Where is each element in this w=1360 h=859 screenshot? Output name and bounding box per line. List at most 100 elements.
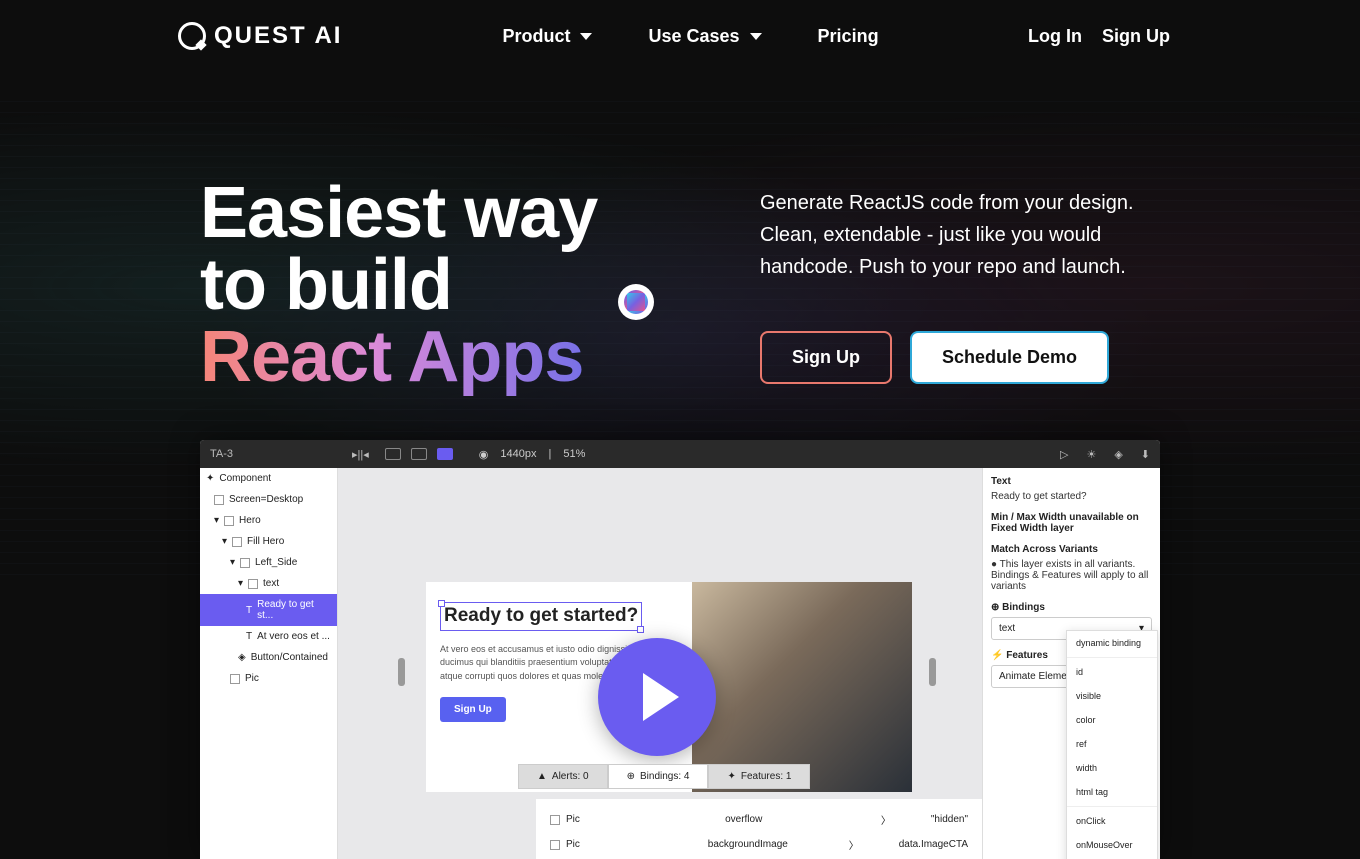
tab-features[interactable]: ✦Features: 1 <box>708 764 810 789</box>
frame-icon <box>240 558 250 568</box>
features-icon: ✦ <box>727 771 735 782</box>
frame-icon <box>224 516 234 526</box>
dd-onclick[interactable]: onClick <box>1067 809 1157 833</box>
quest-badge-icon <box>618 284 654 320</box>
hero-line3: React Apps <box>200 317 583 397</box>
main-nav: Product Use Cases Pricing <box>502 26 878 47</box>
login-link[interactable]: Log In <box>1028 26 1082 47</box>
chevron-down-icon <box>750 33 762 40</box>
layer-fillhero[interactable]: ▾Fill Hero <box>200 531 337 552</box>
layer-pic[interactable]: Pic <box>200 668 337 689</box>
layer-button[interactable]: ◈Button/Contained <box>200 647 337 668</box>
brand-text: QUEST AI <box>214 22 342 50</box>
hero-line2: to build <box>200 245 452 325</box>
tablet-device-icon[interactable] <box>411 448 427 460</box>
dd-color[interactable]: color <box>1067 708 1157 732</box>
hero-title: Easiest way to build React Apps <box>200 177 640 393</box>
binding-row[interactable]: Pic overflow 〉 "hidden" <box>536 807 982 832</box>
dd-visible[interactable]: visible <box>1067 684 1157 708</box>
bindings-icon: ⊕ <box>627 771 635 782</box>
prop-text-label: Text <box>991 476 1152 487</box>
play-icon[interactable]: ▷ <box>1060 448 1068 461</box>
hero-subtitle: Generate ReactJS code from your design. … <box>760 187 1160 283</box>
prop-match-label: Match Across Variants <box>991 544 1152 555</box>
mobile-device-icon[interactable] <box>385 448 401 460</box>
play-icon <box>643 673 679 721</box>
diamond-icon[interactable]: ◈ <box>1114 448 1122 461</box>
nav-usecases[interactable]: Use Cases <box>648 26 761 47</box>
nav-product[interactable]: Product <box>502 26 592 47</box>
signup-button[interactable]: Sign Up <box>760 331 892 384</box>
nav-pricing-label: Pricing <box>818 26 879 47</box>
layer-text[interactable]: ▾text <box>200 573 337 594</box>
canvas[interactable]: Ready to get started? At vero eos et acc… <box>338 468 982 859</box>
prop-text-value: Ready to get started? <box>991 491 1152 502</box>
target-icon[interactable]: ◉ <box>479 448 489 461</box>
frame-icon <box>248 579 258 589</box>
logo-icon <box>178 22 206 50</box>
dd-width[interactable]: width <box>1067 756 1157 780</box>
dd-htmltag[interactable]: html tag <box>1067 780 1157 804</box>
dd-ref[interactable]: ref <box>1067 732 1157 756</box>
hero-line1: Easiest way <box>200 173 597 253</box>
diamond-icon: ◈ <box>238 652 246 663</box>
download-icon[interactable]: ⬇ <box>1141 448 1150 461</box>
check-icon: ● <box>991 559 997 570</box>
brightness-icon[interactable]: ☀ <box>1086 448 1096 461</box>
layer-hero[interactable]: ▾Hero <box>200 510 337 531</box>
frame-icon <box>550 840 560 850</box>
dd-dynamic[interactable]: dynamic binding <box>1067 631 1157 655</box>
layer-ready-selected[interactable]: TReady to get st... <box>200 594 337 626</box>
hero-section: Easiest way to build React Apps Generate… <box>0 72 1360 393</box>
resize-handle-left[interactable] <box>398 658 405 686</box>
canvas-image <box>692 582 912 792</box>
site-header: QUEST AI Product Use Cases Pricing Log I… <box>0 0 1360 72</box>
auth-links: Log In Sign Up <box>1028 26 1170 47</box>
prop-minmax: Min / Max Width unavailable on Fixed Wid… <box>991 512 1152 534</box>
frame-icon <box>550 815 560 825</box>
binding-row[interactable]: Pic backgroundImage 〉 data.ImageCTA <box>536 832 982 857</box>
zoom-level: 51% <box>563 448 585 460</box>
nav-product-label: Product <box>502 26 570 47</box>
video-play-button[interactable] <box>598 638 716 756</box>
tab-alerts[interactable]: ▲Alerts: 0 <box>518 764 608 789</box>
layer-screen[interactable]: Screen=Desktop <box>200 489 337 510</box>
prop-match-detail: ● This layer exists in all variants. <box>991 559 1152 570</box>
resize-handle-right[interactable] <box>929 658 936 686</box>
dd-id[interactable]: id <box>1067 660 1157 684</box>
canvas-title-selected[interactable]: Ready to get started? <box>440 602 642 631</box>
binding-dropdown: dynamic binding id visible color ref wid… <box>1066 630 1158 859</box>
frame-icon <box>214 495 224 505</box>
prop-match-detail2: Bindings & Features will apply to all va… <box>991 570 1152 592</box>
dd-onmouseover[interactable]: onMouseOver <box>1067 833 1157 857</box>
logo[interactable]: QUEST AI <box>178 22 342 50</box>
schedule-demo-button[interactable]: Schedule Demo <box>910 331 1109 384</box>
text-icon: T <box>246 605 252 616</box>
layer-component[interactable]: ✦Component <box>200 468 337 489</box>
bindings-icon: ⊕ <box>991 602 999 613</box>
layer-leftside[interactable]: ▾Left_Side <box>200 552 337 573</box>
collapse-icon[interactable]: ▸||◂ <box>352 448 369 461</box>
tab-bindings[interactable]: ⊕Bindings: 4 <box>608 764 709 789</box>
text-icon: T <box>246 631 252 642</box>
app-toolbar: TA-3 ▸||◂ ◉ 1440px | 51% ▷ ☀ ◈ ⬇ <box>200 440 1160 468</box>
component-icon: ✦ <box>206 473 214 484</box>
viewport-width: 1440px <box>500 448 536 460</box>
bolt-icon: ⚡ <box>991 650 1003 661</box>
signup-link[interactable]: Sign Up <box>1102 26 1170 47</box>
canvas-signup-button[interactable]: Sign Up <box>440 697 506 722</box>
inspector-tabs: ▲Alerts: 0 ⊕Bindings: 4 ✦Features: 1 <box>518 764 810 789</box>
chevron-down-icon <box>580 33 592 40</box>
filename: TA-3 <box>210 448 340 460</box>
nav-pricing[interactable]: Pricing <box>818 26 879 47</box>
nav-usecases-label: Use Cases <box>648 26 739 47</box>
properties-panel: Text Ready to get started? Min / Max Wid… <box>982 468 1160 859</box>
layers-panel: ✦Component Screen=Desktop ▾Hero ▾Fill He… <box>200 468 338 859</box>
layer-atvero[interactable]: TAt vero eos et ... <box>200 626 337 647</box>
app-preview: TA-3 ▸||◂ ◉ 1440px | 51% ▷ ☀ ◈ ⬇ ✦Compon… <box>200 440 1160 859</box>
bindings-section-label: ⊕ Bindings <box>991 602 1152 613</box>
frame-icon <box>230 674 240 684</box>
alert-icon: ▲ <box>537 771 547 782</box>
desktop-device-icon[interactable] <box>437 448 453 460</box>
bindings-grid: Pic overflow 〉 "hidden" Pic backgroundIm… <box>536 799 982 859</box>
